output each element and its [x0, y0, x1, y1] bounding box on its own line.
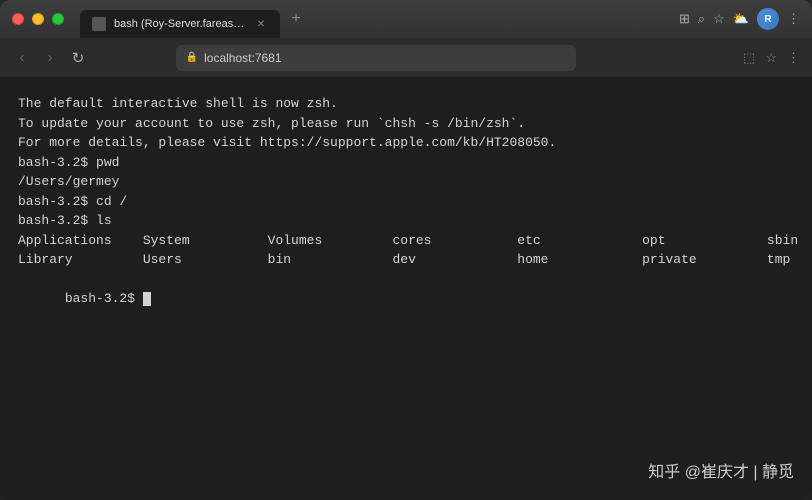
lock-icon: 🔒 — [186, 52, 198, 63]
bookmark-icon[interactable]: ☆ — [765, 50, 777, 66]
terminal-prompt-line: bash-3.2$ — [18, 270, 794, 329]
terminal-line-8: bash-3.2$ ls — [18, 211, 794, 231]
menu-icon[interactable]: ⋮ — [787, 11, 800, 27]
active-tab[interactable]: bash (Roy-Server.fareast.corp… ✕ — [80, 10, 280, 38]
nav-bar: ‹ › ↻ 🔒 localhost:7681 ⬚ ☆ ⋮ — [0, 38, 812, 78]
reload-button[interactable]: ↻ — [68, 49, 88, 67]
nav-right-icons: ⬚ ☆ ⋮ — [743, 50, 800, 66]
tab-title: bash (Roy-Server.fareast.corp… — [114, 18, 246, 30]
terminal-line-2: The default interactive shell is now zsh… — [18, 94, 794, 114]
star-icon[interactable]: ☆ — [713, 11, 725, 27]
tab-close-button[interactable]: ✕ — [254, 17, 268, 31]
forward-button[interactable]: › — [40, 49, 60, 66]
prompt-text: bash-3.2$ — [65, 291, 143, 306]
avatar[interactable]: R — [757, 8, 779, 30]
terminal-line-9: Applications System Volumes cores etc op… — [18, 231, 794, 251]
cursor — [143, 292, 151, 306]
tab-bar: bash (Roy-Server.fareast.corp… ✕ + — [80, 0, 772, 38]
tab-favicon — [92, 17, 106, 31]
settings-icon[interactable]: ⋮ — [787, 50, 800, 66]
minimize-button[interactable] — [32, 13, 44, 25]
terminal-line-10: Library Users bin dev home private tmp v… — [18, 250, 794, 270]
terminal-line-3: To update your account to use zsh, pleas… — [18, 114, 794, 134]
address-bar[interactable]: 🔒 localhost:7681 — [176, 45, 576, 71]
terminal-line-7: bash-3.2$ cd / — [18, 192, 794, 212]
terminal-area[interactable]: The default interactive shell is now zsh… — [0, 78, 812, 500]
search-icon[interactable]: ⌕ — [698, 11, 705, 27]
address-text: localhost:7681 — [204, 51, 281, 65]
traffic-lights — [12, 13, 64, 25]
terminal-line-4: For more details, please visit https://s… — [18, 133, 794, 153]
cloud-icon[interactable]: ⛅ — [733, 11, 749, 27]
extensions-icon[interactable]: ⬚ — [743, 50, 755, 66]
titlebar: bash (Roy-Server.fareast.corp… ✕ + ⊞ ⌕ ☆… — [0, 0, 812, 38]
maximize-button[interactable] — [52, 13, 64, 25]
terminal-line-6: /Users/germey — [18, 172, 794, 192]
toolbar-icons: ⊞ ⌕ ☆ ⛅ R ⋮ — [679, 0, 800, 38]
back-button[interactable]: ‹ — [12, 49, 32, 66]
terminal-line-5: bash-3.2$ pwd — [18, 153, 794, 173]
browser-window: bash (Roy-Server.fareast.corp… ✕ + ⊞ ⌕ ☆… — [0, 0, 812, 500]
close-button[interactable] — [12, 13, 24, 25]
new-tab-button[interactable]: + — [284, 7, 308, 31]
extension-icon[interactable]: ⊞ — [679, 11, 690, 27]
